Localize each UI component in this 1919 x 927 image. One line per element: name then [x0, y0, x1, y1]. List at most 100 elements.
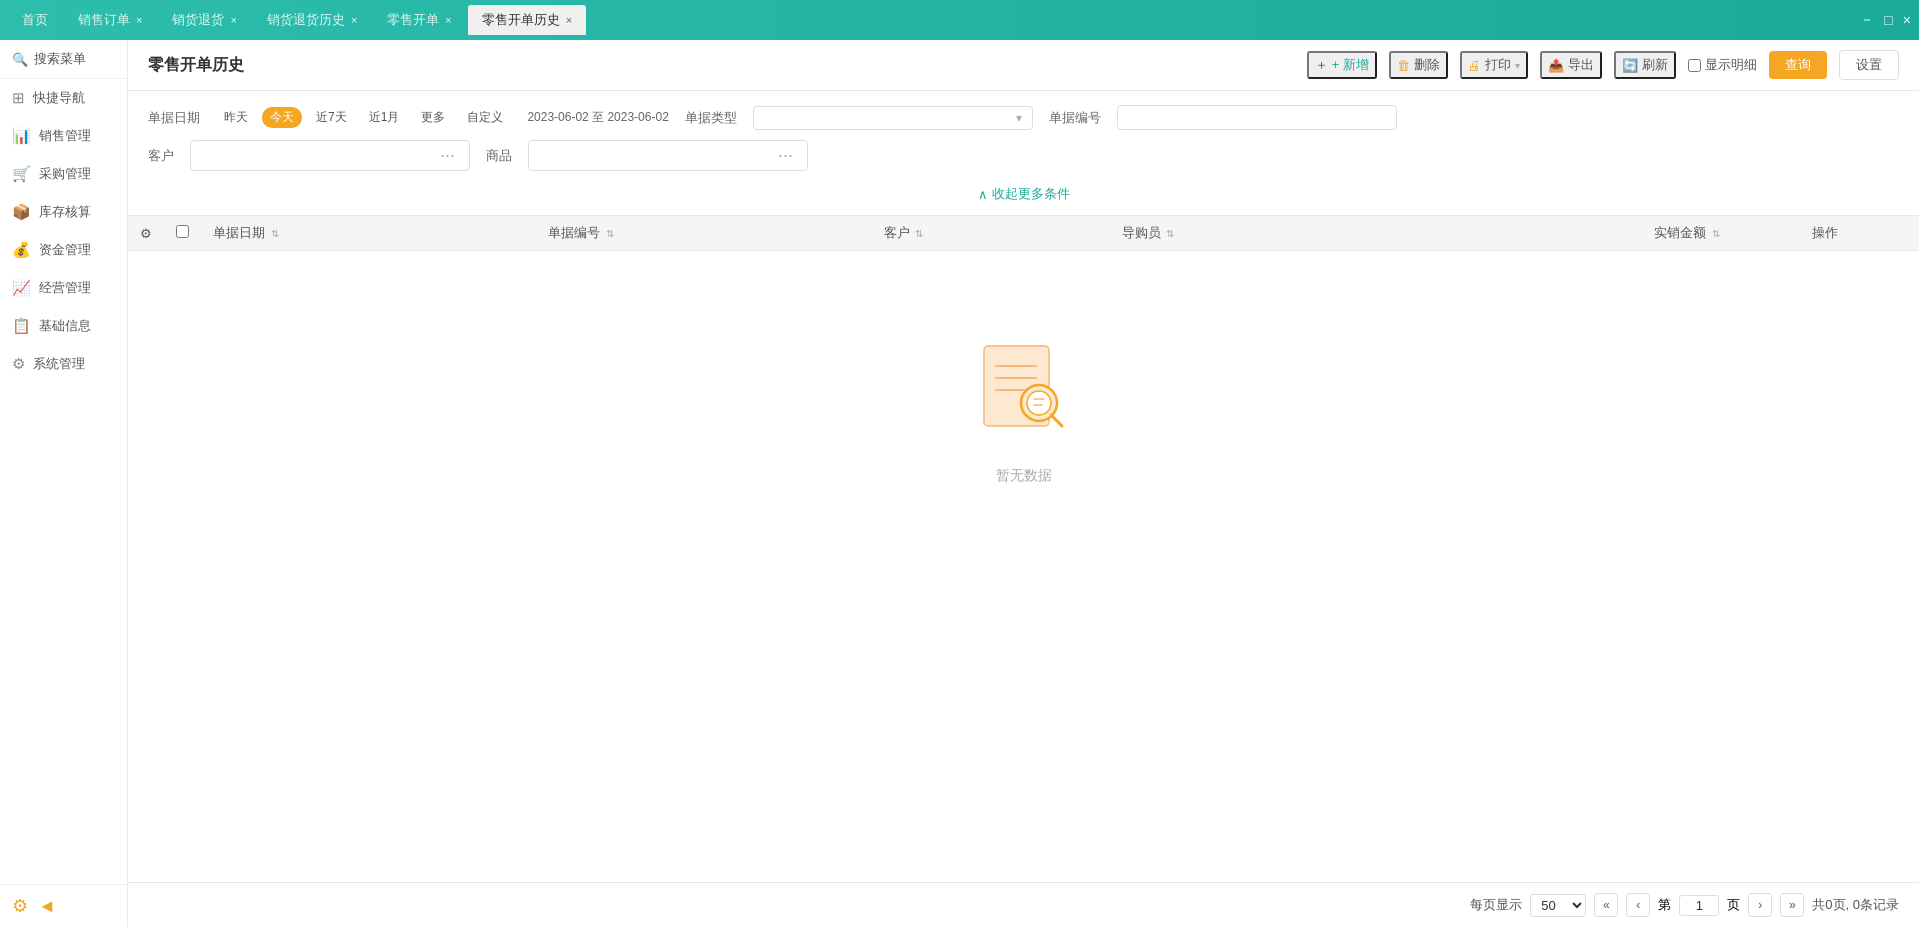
- page-header: 零售开单历史 ＋ + 新增 🗑 删除 🖨 打印 ▾ 📤 导出: [128, 40, 1919, 91]
- sidebar-item-label: 基础信息: [39, 317, 91, 335]
- th-customer[interactable]: 客户 ⇅: [872, 216, 1110, 251]
- current-page-input[interactable]: [1679, 895, 1719, 916]
- sidebar-bottom: ⚙ ◄: [0, 884, 127, 927]
- query-button[interactable]: 查询: [1769, 51, 1827, 79]
- data-table: ⚙ 单据日期 ⇅ 单据编号 ⇅: [128, 216, 1919, 565]
- window-close-button[interactable]: ×: [1903, 12, 1911, 28]
- date-btn-today[interactable]: 今天: [262, 107, 302, 128]
- doc-no-input[interactable]: [1117, 105, 1397, 130]
- show-detail-checkbox-label[interactable]: 显示明细: [1688, 56, 1757, 74]
- per-page-select[interactable]: 10 20 50 100: [1530, 894, 1586, 917]
- filter-area: 单据日期 昨天 今天 近7天 近1月 更多 自定义 2023-06-02 至 2…: [128, 91, 1919, 216]
- sales-icon: 📊: [12, 127, 31, 145]
- purchase-icon: 🛒: [12, 165, 31, 183]
- doc-type-select[interactable]: ▾: [753, 106, 1033, 130]
- table-body: 暂无数据: [128, 251, 1919, 566]
- base-info-icon: 📋: [12, 317, 31, 335]
- settings-bottom-icon[interactable]: ⚙: [12, 895, 28, 917]
- sidebar-item-label: 经营管理: [39, 279, 91, 297]
- date-filters: 昨天 今天 近7天 近1月 更多 自定义: [216, 107, 511, 128]
- quick-nav-icon: ⊞: [12, 89, 25, 107]
- sidebar-item-system[interactable]: ⚙ 系统管理: [0, 345, 127, 383]
- empty-illustration: [964, 331, 1084, 451]
- th-doc-no[interactable]: 单据编号 ⇅: [536, 216, 871, 251]
- empty-text: 暂无数据: [996, 467, 1052, 485]
- sidebar-item-base-info[interactable]: 📋 基础信息: [0, 307, 127, 345]
- tab-close-retail-history[interactable]: ×: [566, 14, 572, 26]
- add-button[interactable]: ＋ + 新增: [1307, 51, 1377, 79]
- sort-date-icon: ⇅: [271, 228, 279, 239]
- sort-customer-icon: ⇅: [915, 228, 923, 239]
- doc-type-label: 单据类型: [685, 109, 737, 127]
- export-button[interactable]: 📤 导出: [1540, 51, 1602, 79]
- select-all-checkbox[interactable]: [176, 225, 189, 238]
- tab-home[interactable]: 首页: [8, 5, 62, 35]
- sidebar-item-label: 系统管理: [33, 355, 85, 373]
- empty-state-row: 暂无数据: [128, 251, 1919, 566]
- sidebar-item-label: 快捷导航: [33, 89, 85, 107]
- sidebar-item-finance[interactable]: 💰 资金管理: [0, 231, 127, 269]
- settings-button[interactable]: 设置: [1839, 50, 1899, 80]
- tab-sales-order[interactable]: 销售订单 ×: [64, 5, 156, 35]
- last-page-button[interactable]: »: [1780, 893, 1804, 917]
- sidebar-item-sales[interactable]: 📊 销售管理: [0, 117, 127, 155]
- refresh-button[interactable]: 🔄 刷新: [1614, 51, 1676, 79]
- customer-select[interactable]: ···: [190, 140, 470, 171]
- sidebar-item-operations[interactable]: 📈 经营管理: [0, 269, 127, 307]
- window-controls: － □ ×: [1860, 11, 1911, 29]
- date-btn-7days[interactable]: 近7天: [308, 107, 355, 128]
- product-select[interactable]: ···: [528, 140, 808, 171]
- print-dropdown-icon: ▾: [1515, 60, 1520, 71]
- tab-return[interactable]: 销货退货 ×: [158, 5, 250, 35]
- print-button[interactable]: 🖨 打印 ▾: [1460, 51, 1528, 79]
- show-detail-checkbox[interactable]: [1688, 59, 1701, 72]
- empty-state-cell: 暂无数据: [128, 251, 1919, 566]
- sidebar-item-quick-nav[interactable]: ⊞ 快捷导航: [0, 79, 127, 117]
- th-gear[interactable]: ⚙: [128, 216, 164, 251]
- product-ellipsis-icon[interactable]: ···: [774, 145, 797, 166]
- sidebar: 🔍 搜索菜单 ⊞ 快捷导航 📊 销售管理 🛒 采购管理 📦 库存核算 💰 资金管…: [0, 40, 128, 927]
- table-container[interactable]: ⚙ 单据日期 ⇅ 单据编号 ⇅: [128, 216, 1919, 882]
- main-layout: 🔍 搜索菜单 ⊞ 快捷导航 📊 销售管理 🛒 采购管理 📦 库存核算 💰 资金管…: [0, 40, 1919, 927]
- prev-page-button[interactable]: ‹: [1626, 893, 1650, 917]
- pagination: 每页显示 10 20 50 100 « ‹ 第 页 › » 共0页, 0条记录: [128, 882, 1919, 927]
- tab-retail-order[interactable]: 零售开单 ×: [373, 5, 465, 35]
- gear-icon[interactable]: ⚙: [140, 226, 152, 241]
- minimize-button[interactable]: －: [1860, 11, 1874, 29]
- sidebar-item-inventory[interactable]: 📦 库存核算: [0, 193, 127, 231]
- sidebar-search-label: 搜索菜单: [34, 50, 86, 68]
- sidebar-search[interactable]: 🔍 搜索菜单: [0, 40, 127, 79]
- tab-close-retail-order[interactable]: ×: [445, 14, 451, 26]
- sidebar-item-purchase[interactable]: 🛒 采购管理: [0, 155, 127, 193]
- operations-icon: 📈: [12, 279, 31, 297]
- doc-no-label: 单据编号: [1049, 109, 1101, 127]
- product-label: 商品: [486, 147, 512, 165]
- date-btn-custom[interactable]: 自定义: [459, 107, 511, 128]
- tab-close-return-history[interactable]: ×: [351, 14, 357, 26]
- collapse-icon[interactable]: ◄: [38, 896, 56, 917]
- tab-retail-history[interactable]: 零售开单历史 ×: [468, 5, 586, 35]
- customer-ellipsis-icon[interactable]: ···: [436, 145, 459, 166]
- filter-row-2: 客户 ··· 商品 ···: [148, 140, 1899, 171]
- page-title: 零售开单历史: [148, 55, 244, 76]
- collapse-more-btn[interactable]: ∧ 收起更多条件: [148, 181, 1899, 207]
- inventory-icon: 📦: [12, 203, 31, 221]
- tab-close-return[interactable]: ×: [230, 14, 236, 26]
- content-area: 零售开单历史 ＋ + 新增 🗑 删除 🖨 打印 ▾ 📤 导出: [128, 40, 1919, 927]
- th-salesperson[interactable]: 导购员 ⇅: [1110, 216, 1397, 251]
- sidebar-item-label: 销售管理: [39, 127, 91, 145]
- tab-return-history[interactable]: 销货退货历史 ×: [253, 5, 371, 35]
- th-check[interactable]: [164, 216, 201, 251]
- date-btn-yesterday[interactable]: 昨天: [216, 107, 256, 128]
- print-icon: 🖨: [1468, 58, 1481, 73]
- th-amount[interactable]: 实销金额 ⇅: [1397, 216, 1732, 251]
- maximize-button[interactable]: □: [1884, 12, 1892, 28]
- table-header-row: ⚙ 单据日期 ⇅ 单据编号 ⇅: [128, 216, 1919, 251]
- tab-close-sales-order[interactable]: ×: [136, 14, 142, 26]
- date-btn-more[interactable]: 更多: [413, 107, 453, 128]
- date-btn-1month[interactable]: 近1月: [361, 107, 408, 128]
- next-page-button[interactable]: ›: [1748, 893, 1772, 917]
- first-page-button[interactable]: «: [1594, 893, 1618, 917]
- delete-button[interactable]: 🗑 删除: [1389, 51, 1448, 79]
- th-date[interactable]: 单据日期 ⇅: [201, 216, 536, 251]
